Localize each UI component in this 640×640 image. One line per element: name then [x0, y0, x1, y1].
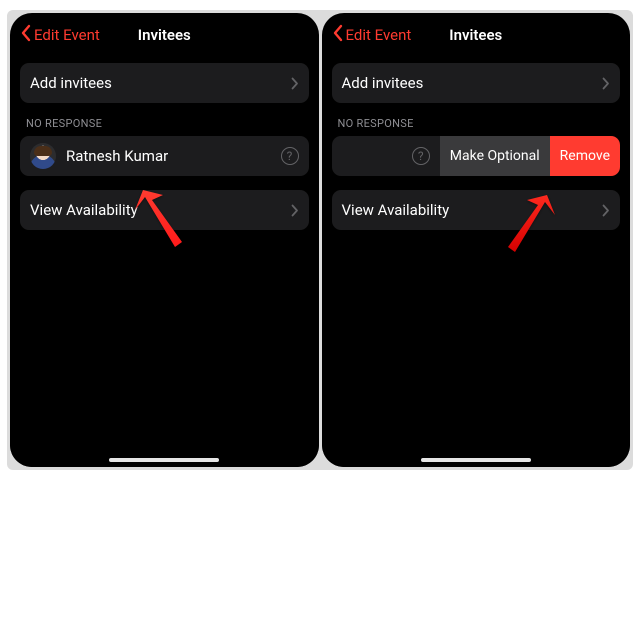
home-indicator [421, 458, 531, 462]
add-invitees-cell[interactable]: Add invitees [20, 63, 309, 103]
back-label: Edit Event [34, 26, 100, 44]
add-invitees-label: Add invitees [342, 74, 424, 92]
make-optional-button[interactable]: Make Optional [440, 136, 550, 176]
phone-right: Edit Event Invitees Add invitees NO RESP… [322, 13, 631, 467]
chevron-right-icon [602, 204, 610, 217]
phone-left: Edit Event Invitees Add invitees NO RESP… [10, 13, 319, 467]
make-optional-label: Make Optional [450, 148, 540, 164]
invitee-row[interactable]: Ratnesh Kumar ? [20, 136, 309, 176]
chevron-right-icon [291, 77, 299, 90]
navbar: Edit Event Invitees [322, 13, 631, 57]
chevron-left-icon [20, 24, 34, 46]
content: Add invitees NO RESPONSE ? Make Optional [322, 57, 631, 467]
content: Add invitees NO RESPONSE Ratnesh Kumar ?… [10, 57, 319, 467]
no-response-header: NO RESPONSE [332, 117, 621, 136]
invitee-row-swiped[interactable]: ? Make Optional Remove [332, 136, 621, 176]
remove-label: Remove [560, 148, 610, 164]
view-availability-label: View Availability [30, 201, 138, 219]
page-title: Invitees [138, 26, 191, 44]
no-response-header: NO RESPONSE [20, 117, 309, 136]
add-invitees-label: Add invitees [30, 74, 112, 92]
avatar [30, 143, 56, 169]
remove-button[interactable]: Remove [550, 136, 620, 176]
home-indicator [109, 458, 219, 462]
help-icon[interactable]: ? [412, 147, 430, 165]
invitee-name: Ratnesh Kumar [66, 147, 168, 165]
chevron-left-icon [332, 24, 346, 46]
page-title: Invitees [449, 26, 502, 44]
back-button[interactable]: Edit Event [20, 13, 100, 57]
navbar: Edit Event Invitees [10, 13, 319, 57]
view-availability-cell[interactable]: View Availability [332, 190, 621, 230]
view-availability-label: View Availability [342, 201, 450, 219]
chevron-right-icon [291, 204, 299, 217]
add-invitees-cell[interactable]: Add invitees [332, 63, 621, 103]
chevron-right-icon [602, 77, 610, 90]
back-label: Edit Event [346, 26, 412, 44]
invitee-row-remainder[interactable]: ? [332, 136, 440, 176]
screenshot-pair: Edit Event Invitees Add invitees NO RESP… [7, 10, 633, 470]
back-button[interactable]: Edit Event [332, 13, 412, 57]
help-icon[interactable]: ? [281, 147, 299, 165]
view-availability-cell[interactable]: View Availability [20, 190, 309, 230]
